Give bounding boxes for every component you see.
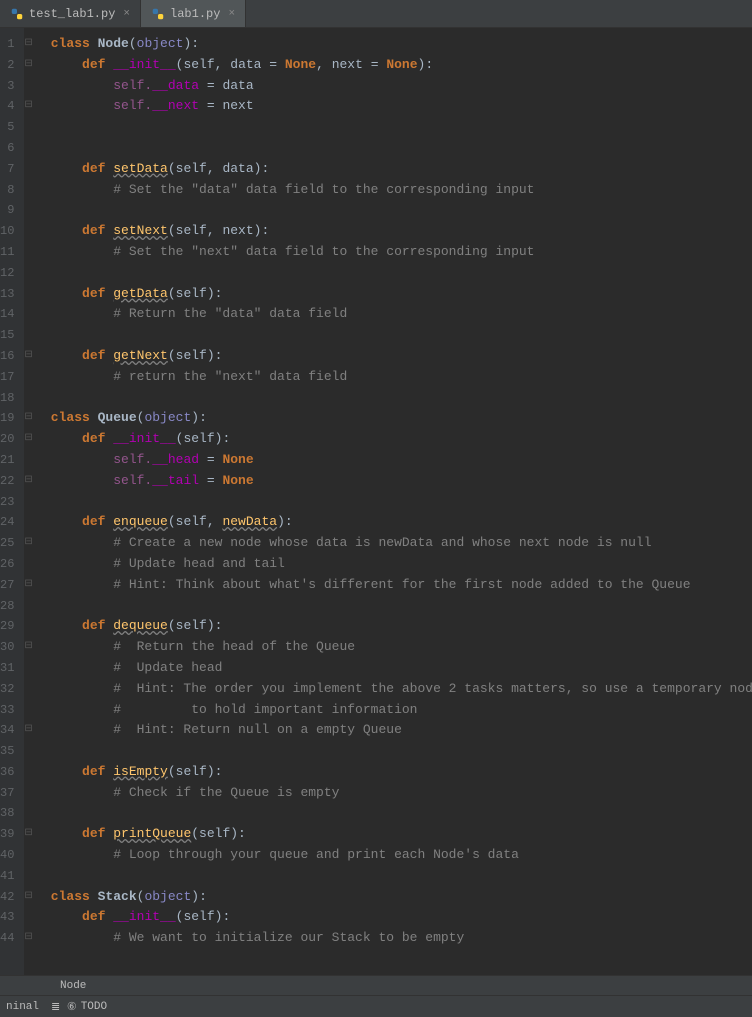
status-bar: ninal ≣ ⑥ TODO <box>0 995 752 1017</box>
todo-tool[interactable]: ≣ ⑥ TODO <box>51 1000 107 1014</box>
tab-lab1[interactable]: lab1.py × <box>141 0 246 27</box>
tab-label: test_lab1.py <box>29 7 115 21</box>
line-gutter: 1234567891011121314151617181920212223242… <box>0 28 24 975</box>
tab-test-lab1[interactable]: test_lab1.py × <box>0 0 141 27</box>
breadcrumb-item[interactable]: Node <box>60 980 86 992</box>
tab-label: lab1.py <box>170 7 220 21</box>
code-editor[interactable]: 1234567891011121314151617181920212223242… <box>0 28 752 975</box>
terminal-tool[interactable]: ninal <box>6 1001 39 1013</box>
python-icon <box>10 7 24 21</box>
close-icon[interactable]: × <box>228 8 235 20</box>
fold-column: ⊟⊟⊟⊟⊟⊟⊟⊟⊟⊟⊟⊟⊟⊟ <box>24 28 32 975</box>
code-area[interactable]: class Node(object): def __init__(self, d… <box>33 28 752 975</box>
python-icon <box>151 7 165 21</box>
close-icon[interactable]: × <box>123 8 130 20</box>
editor-tabs: test_lab1.py × lab1.py × <box>0 0 752 28</box>
breadcrumb-bar[interactable]: Node <box>0 975 752 995</box>
